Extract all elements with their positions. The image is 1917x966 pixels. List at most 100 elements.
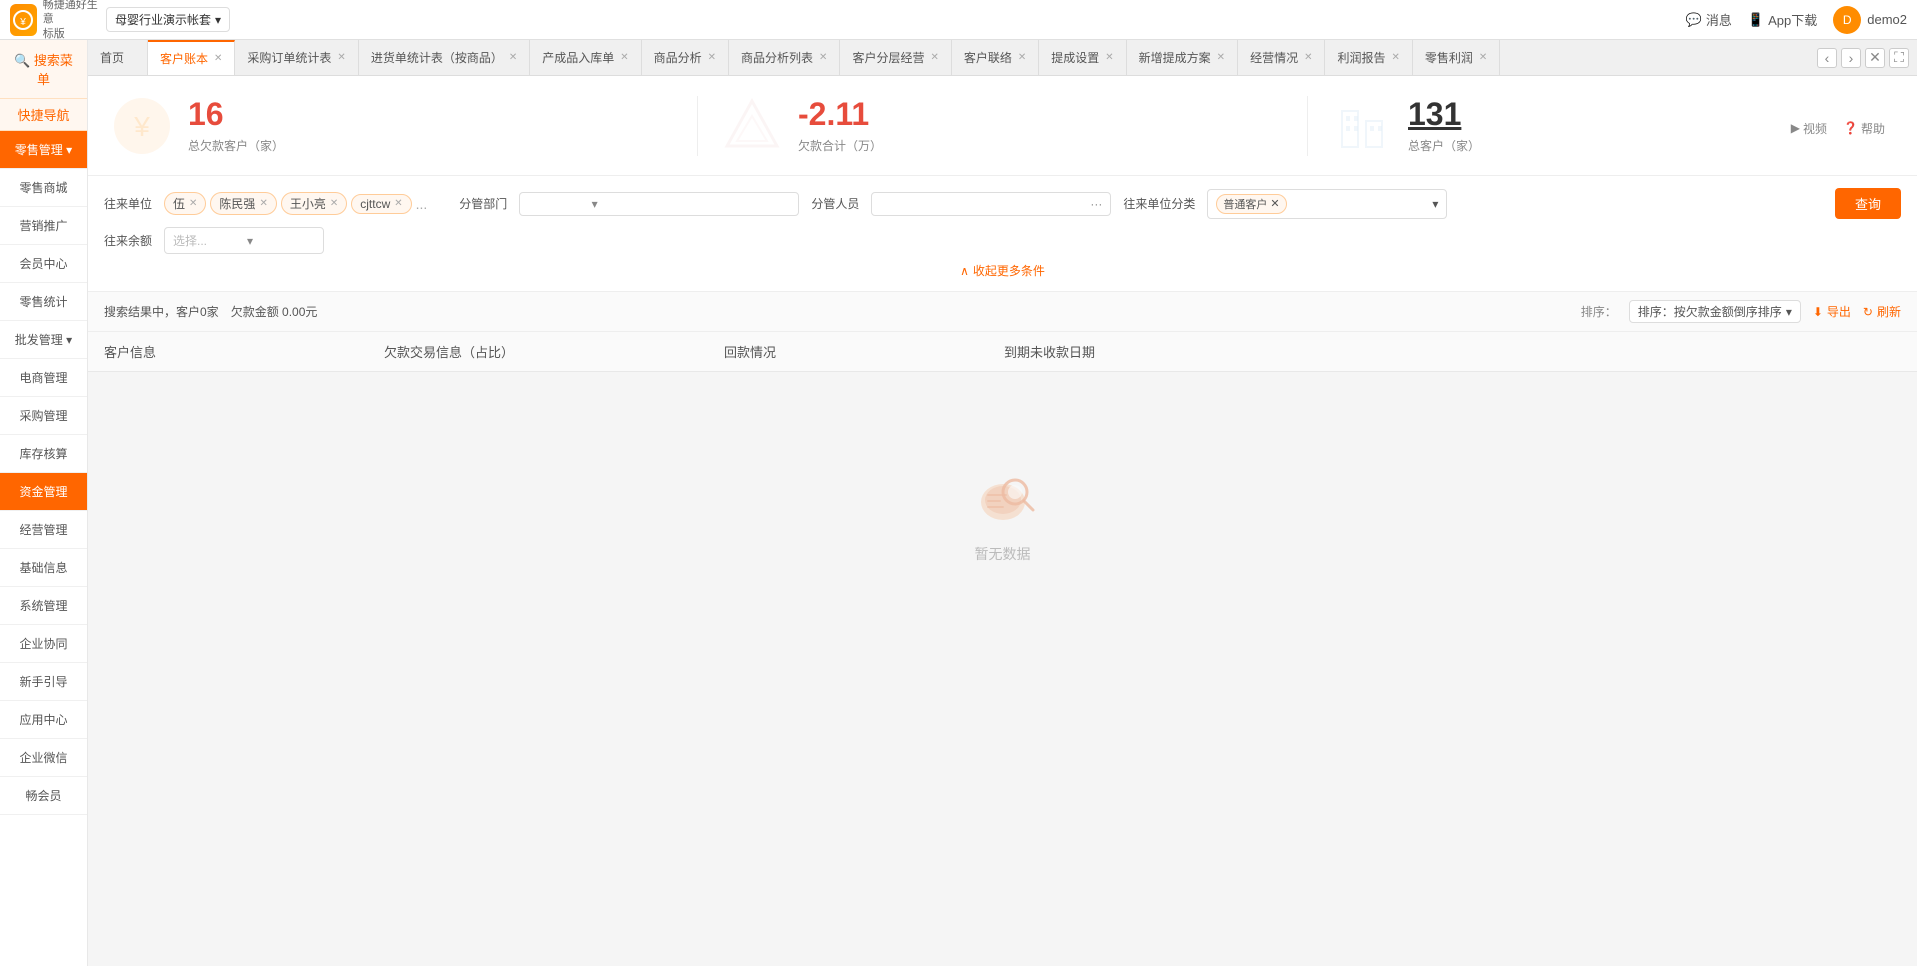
tab-purchase-order-stats[interactable]: 采购订单统计表 ✕ bbox=[235, 40, 358, 75]
sidebar-item-label: 零售管理 bbox=[15, 143, 63, 157]
tab-next-button[interactable]: › bbox=[1841, 48, 1861, 68]
sidebar-item-system[interactable]: 系统管理 bbox=[0, 587, 87, 625]
tab-close-icon[interactable]: ✕ bbox=[819, 52, 827, 63]
sidebar-item-label: 系统管理 bbox=[19, 599, 67, 613]
sidebar-item-retail-shop[interactable]: 零售商城 bbox=[0, 169, 87, 207]
sidebar-quick-nav[interactable]: 快捷导航 bbox=[0, 99, 87, 131]
tab-product-analysis-list[interactable]: 商品分析列表 ✕ bbox=[729, 40, 840, 75]
tag-close-icon[interactable]: ✕ bbox=[259, 198, 267, 209]
sidebar-item-enterprise-wechat[interactable]: 企业微信 bbox=[0, 739, 87, 777]
username-label: demo2 bbox=[1867, 12, 1907, 27]
sidebar-item-operations[interactable]: 经营管理 bbox=[0, 511, 87, 549]
sidebar-item-marketing[interactable]: 营销推广 bbox=[0, 207, 87, 245]
sidebar-item-label: 资金管理 bbox=[19, 485, 67, 499]
dept-select[interactable]: ▾ bbox=[519, 192, 799, 216]
tab-customer-contact[interactable]: 客户联络 ✕ bbox=[952, 40, 1039, 75]
tab-close-icon[interactable]: ✕ bbox=[1105, 52, 1113, 63]
tab-retail-profit[interactable]: 零售利润 ✕ bbox=[1413, 40, 1500, 75]
tab-new-commission[interactable]: 新增提成方案 ✕ bbox=[1127, 40, 1238, 75]
app-icon: 📱 bbox=[1748, 12, 1764, 28]
help-icon: ❓ bbox=[1843, 121, 1858, 135]
tab-product-inbound[interactable]: 产成品入库单 ✕ bbox=[530, 40, 641, 75]
tab-close-icon[interactable]: ✕ bbox=[620, 52, 628, 63]
empty-state: 暂无数据 bbox=[88, 372, 1917, 644]
unit-filter-tags: 伍 ✕ 陈民强 ✕ 王小亮 ✕ cjttcw ✕ bbox=[164, 192, 427, 215]
tab-close-icon[interactable]: ✕ bbox=[1304, 52, 1312, 63]
sidebar-item-inventory[interactable]: 库存核算 bbox=[0, 435, 87, 473]
filter-more-icon[interactable]: ... bbox=[416, 196, 428, 212]
tab-close-icon[interactable]: ✕ bbox=[509, 52, 517, 63]
tab-close-icon[interactable]: ✕ bbox=[708, 52, 716, 63]
message-button[interactable]: 💬 消息 bbox=[1686, 10, 1732, 29]
classify-tag-close[interactable]: ✕ bbox=[1270, 197, 1279, 210]
sidebar-item-wholesale-mgmt[interactable]: 批发管理 ▾ bbox=[0, 321, 87, 359]
collapse-button[interactable]: ∧ 收起更多条件 bbox=[960, 262, 1045, 279]
tag-close-icon[interactable]: ✕ bbox=[394, 198, 402, 209]
sidebar-item-label: 新手引导 bbox=[19, 675, 67, 689]
search-label: 搜索菜单 bbox=[34, 53, 73, 87]
tab-profit-report[interactable]: 利润报告 ✕ bbox=[1325, 40, 1412, 75]
sidebar-item-new-guide[interactable]: 新手引导 bbox=[0, 663, 87, 701]
tag-close-icon[interactable]: ✕ bbox=[189, 198, 197, 209]
app-download-button[interactable]: 📱 App下载 bbox=[1748, 10, 1817, 29]
tab-goods-in-stats[interactable]: 进货单统计表（按商品） ✕ bbox=[359, 40, 530, 75]
sidebar-item-enterprise-collab[interactable]: 企业协同 bbox=[0, 625, 87, 663]
tab-close-icon[interactable]: ✕ bbox=[930, 52, 938, 63]
sidebar-item-retail-mgmt[interactable]: 零售管理 ▾ bbox=[0, 131, 87, 169]
tab-close-all-button[interactable]: ✕ bbox=[1865, 48, 1885, 68]
account-selector[interactable]: 母婴行业演示帐套 ▾ bbox=[106, 7, 230, 32]
balance-select[interactable]: 选择... ▾ bbox=[164, 227, 324, 254]
filter-row-unit: 往来单位 伍 ✕ 陈民强 ✕ 王小亮 ✕ bbox=[104, 188, 1901, 219]
classify-select[interactable]: 普通客户 ✕ ▾ bbox=[1207, 189, 1447, 219]
unit-tag-cjttcw[interactable]: cjttcw ✕ bbox=[351, 194, 411, 214]
tab-commission-setting[interactable]: 提成设置 ✕ bbox=[1039, 40, 1126, 75]
tab-nav-buttons: ‹ › ✕ ⛶ bbox=[1809, 40, 1917, 75]
balance-label: 往来余额 bbox=[104, 232, 152, 249]
table-header: 客户信息 欠款交易信息（占比） 回款情况 到期未收款日期 bbox=[88, 332, 1917, 372]
sidebar-search[interactable]: 🔍 搜索菜单 bbox=[0, 40, 87, 99]
unit-tag-wang[interactable]: 王小亮 ✕ bbox=[281, 192, 347, 215]
tab-business-status[interactable]: 经营情况 ✕ bbox=[1238, 40, 1325, 75]
tab-close-icon[interactable]: ✕ bbox=[1217, 52, 1225, 63]
tab-prev-button[interactable]: ‹ bbox=[1817, 48, 1837, 68]
sidebar-item-basic-info[interactable]: 基础信息 bbox=[0, 549, 87, 587]
tab-fullscreen-button[interactable]: ⛶ bbox=[1889, 48, 1909, 68]
sidebar-item-finance[interactable]: 资金管理 bbox=[0, 473, 87, 511]
help-button[interactable]: ❓ 帮助 bbox=[1843, 120, 1885, 137]
sidebar-item-purchase[interactable]: 采购管理 bbox=[0, 397, 87, 435]
query-button[interactable]: 查询 bbox=[1835, 188, 1901, 219]
top-bar-right: 💬 消息 📱 App下载 D demo2 bbox=[1686, 6, 1907, 34]
tab-label: 客户分层经营 bbox=[852, 49, 924, 66]
sidebar-item-ecommerce[interactable]: 电商管理 bbox=[0, 359, 87, 397]
sidebar-item-app-center[interactable]: 应用中心 bbox=[0, 701, 87, 739]
sort-select[interactable]: 排序：按欠款金额倒序排序 ▾ bbox=[1629, 300, 1801, 323]
chevron-down-icon: ▾ bbox=[1786, 305, 1792, 319]
chevron-down-icon: ▾ bbox=[215, 13, 221, 27]
classify-tag: 普通客户 ✕ bbox=[1216, 194, 1286, 214]
sidebar-item-retail-stats[interactable]: 零售统计 bbox=[0, 283, 87, 321]
sidebar-item-label: 采购管理 bbox=[19, 409, 67, 423]
person-select[interactable]: ··· bbox=[871, 192, 1111, 216]
user-avatar-area[interactable]: D demo2 bbox=[1833, 6, 1907, 34]
unit-tag-wu[interactable]: 伍 ✕ bbox=[164, 192, 206, 215]
tag-close-icon[interactable]: ✕ bbox=[330, 198, 338, 209]
tab-customer-ledger[interactable]: 客户账本 ✕ bbox=[148, 40, 235, 75]
unit-tag-chen[interactable]: 陈民强 ✕ bbox=[210, 192, 276, 215]
refresh-button[interactable]: ↻ 刷新 bbox=[1863, 303, 1901, 320]
tab-close-icon[interactable]: ✕ bbox=[1018, 52, 1026, 63]
tab-customer-tier[interactable]: 客户分层经营 ✕ bbox=[840, 40, 951, 75]
sidebar-item-label: 会员中心 bbox=[19, 257, 67, 271]
tab-home[interactable]: 首页 bbox=[88, 40, 148, 75]
sidebar-item-member[interactable]: 畅会员 bbox=[0, 777, 87, 815]
tab-close-icon[interactable]: ✕ bbox=[214, 53, 222, 64]
data-table: 客户信息 欠款交易信息（占比） 回款情况 到期未收款日期 bbox=[88, 332, 1917, 372]
sidebar-item-member-center[interactable]: 会员中心 bbox=[0, 245, 87, 283]
tab-close-icon[interactable]: ✕ bbox=[1391, 52, 1399, 63]
sidebar-item-label: 企业微信 bbox=[19, 751, 67, 765]
tab-product-analysis[interactable]: 商品分析 ✕ bbox=[642, 40, 729, 75]
export-button[interactable]: ⬇ 导出 bbox=[1813, 303, 1851, 320]
tab-close-icon[interactable]: ✕ bbox=[1479, 52, 1487, 63]
tab-close-icon[interactable]: ✕ bbox=[337, 52, 345, 63]
video-button[interactable]: ▶ 视频 bbox=[1791, 120, 1827, 137]
sidebar-item-label: 库存核算 bbox=[19, 447, 67, 461]
